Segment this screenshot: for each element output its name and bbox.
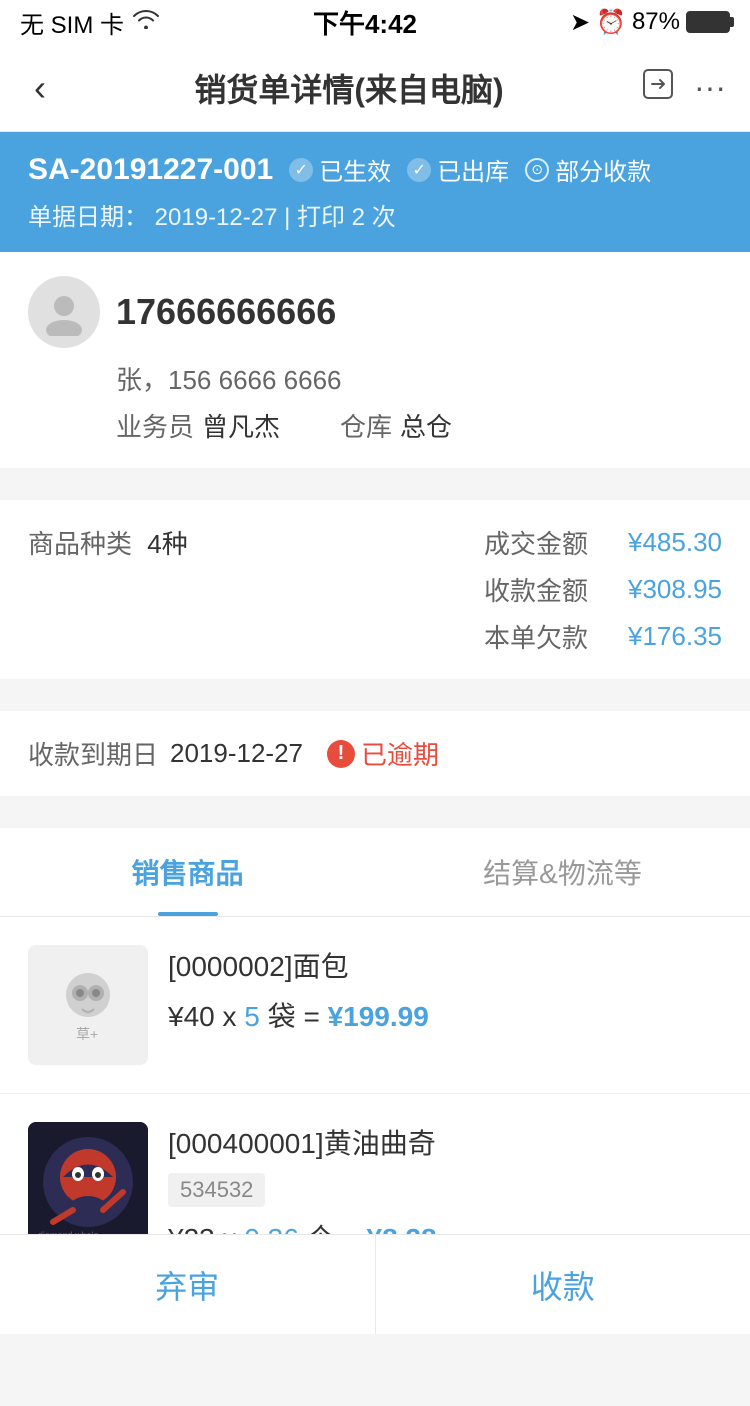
wifi-icon (132, 8, 160, 36)
order-header: SA-20191227-001 ✓ 已生效 ✓ 已出库 ⊙ 部分收款 单据日期：… (0, 132, 750, 252)
battery-percent: 87% (632, 8, 680, 36)
overdue-text: 已逾期 (361, 735, 439, 772)
status-time: 下午4:42 (313, 4, 417, 41)
received-label: 收款金额 (484, 571, 588, 608)
tabs-container: 销售商品 结算&物流等 (0, 828, 750, 917)
stats-row-amount: 成交金额 ¥485.30 (484, 524, 722, 561)
status-partial-label: 部分收款 (555, 152, 651, 187)
product-thumb-1: 草+ (28, 945, 148, 1065)
location-icon: ➤ (570, 8, 590, 37)
total-1: ¥199.99 (328, 1001, 429, 1032)
status-bar: 无 SIM 卡 下午4:42 ➤ ⏰ 87% (0, 0, 750, 44)
customer-section: 17666666666 张，156 6666 6666 业务员 曾凡杰 仓库 总… (0, 252, 750, 468)
qty-1: 5 (244, 1001, 260, 1032)
product-title-1: 面包 (293, 951, 349, 982)
overdue-badge: ! 已逾期 (327, 735, 439, 772)
status-effective: ✓ 已生效 (289, 152, 391, 187)
status-partial: ⊙ 部分收款 (525, 152, 651, 187)
warehouse-label: 仓库 (340, 407, 392, 444)
price-x-1: x (223, 1001, 245, 1032)
product-title-2: 黄油曲奇 (324, 1128, 436, 1159)
svg-text:草+: 草+ (76, 1026, 98, 1042)
product-item: 草+ [0000002]面包 ¥40 x 5 袋 = ¥199.99 (0, 917, 750, 1094)
amount-label: 成交金额 (484, 524, 588, 561)
sales-name: 曾凡杰 (202, 407, 280, 444)
products-section: 草+ [0000002]面包 ¥40 x 5 袋 = ¥199.99 (0, 917, 750, 1286)
due-label: 收款到期日 (28, 735, 158, 772)
alarm-icon: ⏰ (596, 8, 626, 37)
product-name-2: [000400001]黄油曲奇 (168, 1122, 722, 1162)
product-info-1: [0000002]面包 ¥40 x 5 袋 = ¥199.99 (168, 945, 722, 1035)
status-shipped-label: 已出库 (437, 152, 509, 187)
type-label: 商品种类 (28, 529, 132, 559)
due-section: 收款到期日 2019-12-27 ! 已逾期 (0, 711, 750, 796)
tab-products[interactable]: 销售商品 (0, 828, 375, 916)
divider-2 (0, 695, 750, 711)
overdue-icon: ! (327, 740, 355, 768)
check-icon-1: ✓ (289, 158, 313, 182)
due-date: 2019-12-27 (170, 738, 303, 769)
stats-row-owed: 本单欠款 ¥176.35 (484, 618, 722, 655)
stats-left: 商品种类 4种 (28, 524, 188, 561)
divider-3 (0, 812, 750, 828)
type-value: 4种 (147, 529, 187, 559)
unit-1: 袋 (268, 1001, 296, 1032)
product-name-1: [0000002]面包 (168, 945, 722, 985)
price-base-1: ¥40 (168, 1001, 215, 1032)
cancel-button[interactable]: 弃审 (0, 1235, 376, 1334)
status-left: 无 SIM 卡 (20, 5, 160, 40)
customer-meta: 业务员 曾凡杰 仓库 总仓 (116, 407, 722, 444)
check-icon-2: ✓ (407, 158, 431, 182)
product-code-2: [000400001] (168, 1128, 324, 1159)
stats-right: 成交金额 ¥485.30 收款金额 ¥308.95 本单欠款 ¥176.35 (484, 524, 722, 655)
more-icon[interactable]: ··· (694, 69, 726, 106)
owed-label: 本单欠款 (484, 618, 588, 655)
carrier-text: 无 SIM 卡 (20, 5, 124, 40)
order-date: 单据日期： 2019-12-27 | 打印 2 次 (28, 197, 722, 232)
nav-bar: ‹ 销货单详情(来自电脑) ··· (0, 44, 750, 132)
share-icon[interactable] (642, 68, 674, 108)
amount-value: ¥485.30 (628, 527, 722, 558)
nav-actions: ··· (642, 68, 726, 108)
product-thumb-2: diamond whale (28, 1122, 148, 1242)
received-value: ¥308.95 (628, 574, 722, 605)
product-code-1: [0000002] (168, 951, 293, 982)
back-button[interactable]: ‹ (24, 57, 56, 119)
confirm-label: 收款 (531, 1262, 595, 1308)
date-value: 2019-12-27 (155, 204, 278, 231)
product-price-1: ¥40 x 5 袋 = ¥199.99 (168, 995, 722, 1035)
confirm-button[interactable]: 收款 (376, 1235, 750, 1334)
order-id: SA-20191227-001 (28, 153, 273, 187)
clock-icon: ⊙ (525, 158, 549, 182)
sales-label: 业务员 (116, 407, 194, 444)
divider-1 (0, 484, 750, 500)
customer-name: 17666666666 (116, 291, 336, 333)
cancel-label: 弃审 (155, 1262, 219, 1308)
tab-settlement-label: 结算&物流等 (483, 858, 642, 889)
owed-value: ¥176.35 (628, 621, 722, 652)
product-sku-2: 534532 (168, 1173, 265, 1207)
warehouse-name: 总仓 (400, 407, 452, 444)
customer-detail: 张，156 6666 6666 (116, 360, 722, 397)
battery-icon (686, 11, 730, 33)
status-effective-label: 已生效 (319, 152, 391, 187)
price-eq-1: = (303, 1001, 327, 1032)
print-info: | 打印 2 次 (284, 204, 396, 231)
customer-row: 17666666666 (28, 276, 722, 348)
stats-section: 商品种类 4种 成交金额 ¥485.30 收款金额 ¥308.95 本单欠款 ¥… (0, 500, 750, 679)
status-shipped: ✓ 已出库 (407, 152, 509, 187)
bottom-bar: 弃审 收款 (0, 1234, 750, 1334)
tab-products-label: 销售商品 (131, 858, 243, 889)
customer-avatar (28, 276, 100, 348)
page-title: 销货单详情(来自电脑) (194, 65, 503, 111)
tab-settlement[interactable]: 结算&物流等 (375, 828, 750, 916)
order-header-top: SA-20191227-001 ✓ 已生效 ✓ 已出库 ⊙ 部分收款 (28, 152, 722, 187)
date-label: 单据日期： (28, 204, 148, 231)
stats-row-received: 收款金额 ¥308.95 (484, 571, 722, 608)
status-right: ➤ ⏰ 87% (570, 8, 730, 37)
